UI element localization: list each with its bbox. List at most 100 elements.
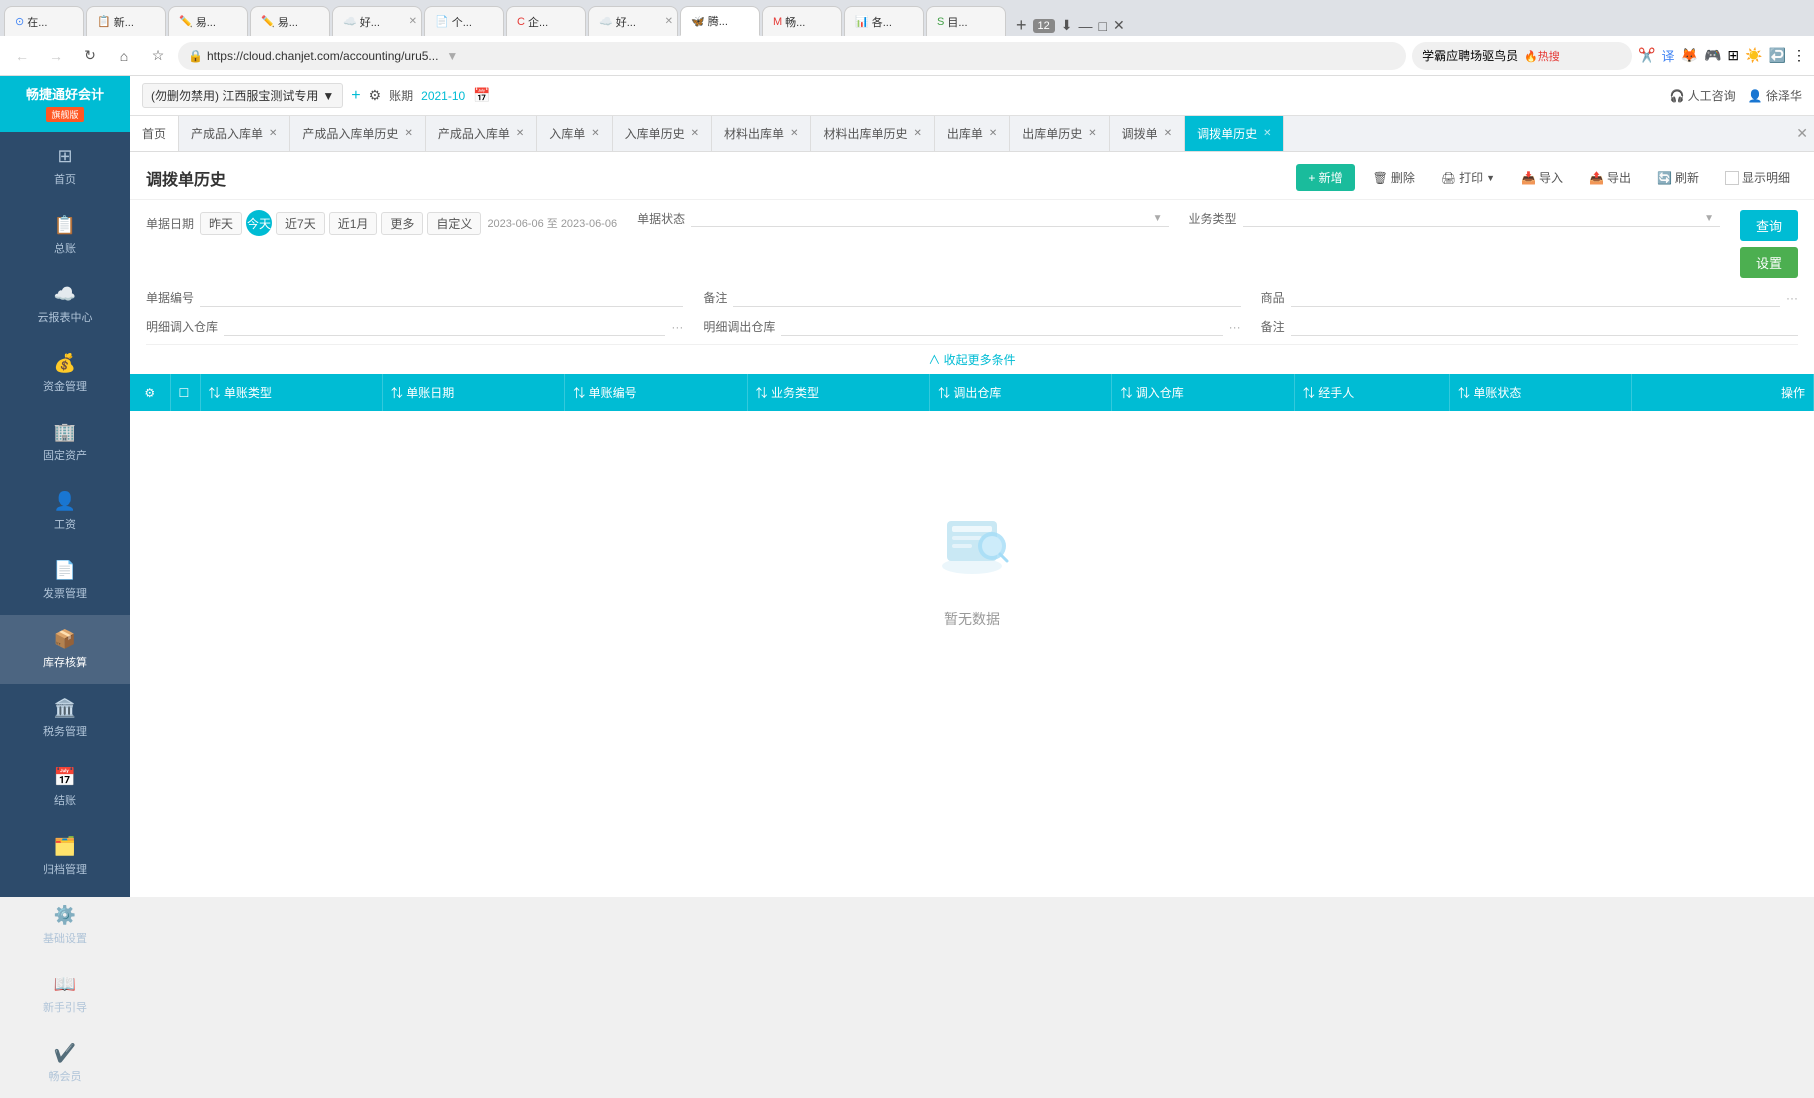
th-out-warehouse[interactable]: ⇅ 调出仓库 — [930, 374, 1112, 411]
th-in-warehouse[interactable]: ⇅ 调入仓库 — [1112, 374, 1294, 411]
display-toggle[interactable]: 显示明细 — [1717, 165, 1798, 190]
more-icon[interactable]: ⋮ — [1792, 47, 1806, 64]
status-select[interactable]: ▼ — [691, 211, 1168, 227]
date-yesterday-btn[interactable]: 昨天 — [200, 212, 242, 235]
add-company-btn[interactable]: + — [351, 87, 360, 105]
in-warehouse-ellipsis[interactable]: ··· — [671, 320, 683, 334]
browser-tab-10[interactable]: M 畅... — [762, 6, 842, 36]
company-select[interactable]: (勿删勿禁用) 江西服宝测试专用 ▼ — [142, 83, 343, 108]
import-btn[interactable]: 📥 导入 — [1513, 165, 1571, 190]
th-biz[interactable]: ⇅ 业务类型 — [747, 374, 929, 411]
setting-btn[interactable]: 设置 — [1740, 247, 1798, 278]
history-back-icon[interactable]: ↩️ — [1769, 47, 1786, 64]
browser-tab-9[interactable]: 🦋 腾... — [680, 6, 760, 36]
calendar-icon[interactable]: 📅 — [473, 87, 490, 104]
sidebar-item-invoice[interactable]: 📄 发票管理 — [0, 546, 130, 615]
tab-6[interactable]: 材料出库单 ✕ — [712, 116, 811, 152]
browser-tab-11[interactable]: 📊 各... — [844, 6, 924, 36]
goods-input[interactable] — [1291, 288, 1780, 307]
browser-tab-2[interactable]: 📋 新... — [86, 6, 166, 36]
export-btn[interactable]: 📤 导出 — [1581, 165, 1639, 190]
refresh-btn[interactable]: 🔄 刷新 — [1649, 165, 1707, 190]
collapse-btn[interactable]: ∧ 收起更多条件 — [146, 344, 1798, 374]
refresh-btn[interactable]: ↻ — [76, 42, 104, 70]
biz-type-select[interactable]: ▼ — [1243, 211, 1720, 227]
th-checkbox[interactable]: ☐ — [170, 374, 200, 411]
out-warehouse-ellipsis[interactable]: ··· — [1229, 320, 1241, 334]
th-handler[interactable]: ⇅ 经手人 — [1294, 374, 1449, 411]
back-btn[interactable]: ← — [8, 42, 36, 70]
date-more-btn[interactable]: 更多 — [381, 212, 423, 235]
goods-ellipsis-btn[interactable]: ··· — [1786, 291, 1798, 305]
tab-10[interactable]: 调拨单 ✕ — [1110, 116, 1185, 152]
th-no[interactable]: ⇅ 单账编号 — [565, 374, 747, 411]
extension4-icon[interactable]: ☀️ — [1745, 47, 1762, 64]
tab-3-close[interactable]: ✕ — [516, 128, 524, 139]
sidebar-item-archive[interactable]: 🗂️ 归档管理 — [0, 822, 130, 891]
search-bar[interactable]: 学霸应聘场驱鸟员 🔥热搜 — [1412, 42, 1632, 70]
docno-input[interactable] — [200, 288, 683, 307]
new-btn[interactable]: + 新增 — [1296, 164, 1354, 191]
extension2-icon[interactable]: 🎮 — [1704, 47, 1721, 64]
tab-2[interactable]: 产成品入库单历史 ✕ — [290, 116, 425, 152]
tab-7-close[interactable]: ✕ — [913, 128, 921, 139]
tab-9[interactable]: 出库单历史 ✕ — [1010, 116, 1109, 152]
tab-11[interactable]: 调拨单历史 ✕ — [1185, 116, 1284, 152]
settings-gear-icon[interactable]: ⚙ — [369, 87, 382, 104]
remark-input[interactable] — [733, 288, 1240, 307]
th-settings[interactable]: ⚙ — [130, 374, 170, 411]
sidebar-item-settings[interactable]: ⚙️ 基础设置 — [0, 891, 130, 960]
sidebar-item-member[interactable]: ✔️ 畅会员 — [0, 1029, 130, 1098]
query-btn[interactable]: 查询 — [1740, 210, 1798, 241]
tab-5-close[interactable]: ✕ — [691, 128, 699, 139]
scissors-icon[interactable]: ✂️ — [1638, 47, 1655, 64]
in-warehouse-input[interactable] — [224, 317, 665, 336]
print-btn[interactable]: 🖨 打印 ▼ — [1433, 165, 1503, 190]
tab-5[interactable]: 入库单历史 ✕ — [613, 116, 712, 152]
tab-7[interactable]: 材料出库单历史 ✕ — [811, 116, 934, 152]
forward-btn[interactable]: → — [42, 42, 70, 70]
extension3-icon[interactable]: ⊞ — [1727, 47, 1739, 64]
date-7days-btn[interactable]: 近7天 — [276, 212, 325, 235]
browser-maximize-icon[interactable]: □ — [1099, 18, 1107, 34]
date-today-btn[interactable]: 今天 — [246, 210, 272, 236]
sidebar-item-payroll[interactable]: 👤 工资 — [0, 477, 130, 546]
browser-downloads-icon[interactable]: ⬇ — [1061, 17, 1073, 34]
browser-tab-12[interactable]: S 目... — [926, 6, 1006, 36]
browser-tab-4[interactable]: ✏️ 易... — [250, 6, 330, 36]
browser-tab-3[interactable]: ✏️ 易... — [168, 6, 248, 36]
tab-home[interactable]: 首页 — [130, 116, 179, 152]
sidebar-item-home[interactable]: ⊞ 首页 — [0, 132, 130, 201]
tab-4[interactable]: 入库单 ✕ — [537, 116, 612, 152]
sidebar-item-assets[interactable]: 🏢 固定资产 — [0, 408, 130, 477]
tab-3[interactable]: 产成品入库单 ✕ — [426, 116, 537, 152]
browser-tab-5[interactable]: ☁️ 好... ✕ — [332, 6, 422, 36]
tab5-close[interactable]: ✕ — [409, 16, 417, 27]
tab-4-close[interactable]: ✕ — [591, 128, 599, 139]
browser-minimize-icon[interactable]: — — [1079, 18, 1093, 34]
tab-2-close[interactable]: ✕ — [404, 128, 412, 139]
service-btn[interactable]: 🎧 人工咨询 — [1670, 87, 1736, 104]
th-type[interactable]: ⇅ 单账类型 — [200, 374, 382, 411]
bookmark-btn[interactable]: ☆ — [144, 42, 172, 70]
browser-tab-8[interactable]: ☁️ 好... ✕ — [588, 6, 678, 36]
tab-10-close[interactable]: ✕ — [1164, 128, 1172, 139]
tab-1-close[interactable]: ✕ — [269, 128, 277, 139]
tab8-close[interactable]: ✕ — [665, 16, 673, 27]
extension1-icon[interactable]: 🦊 — [1681, 47, 1698, 64]
avatar[interactable]: 👤 徐泽华 — [1748, 87, 1802, 104]
out-warehouse-input[interactable] — [781, 317, 1222, 336]
browser-tab-6[interactable]: 📄 个... — [424, 6, 504, 36]
sidebar-item-close[interactable]: 📅 结账 — [0, 753, 130, 822]
tab-6-close[interactable]: ✕ — [790, 128, 798, 139]
new-tab-btn[interactable]: + — [1016, 15, 1027, 36]
home-btn[interactable]: ⌂ — [110, 42, 138, 70]
date-1month-btn[interactable]: 近1月 — [329, 212, 378, 235]
sidebar-item-ledger[interactable]: 📋 总账 — [0, 201, 130, 270]
translate-icon[interactable]: 译 — [1662, 46, 1675, 65]
tab-1[interactable]: 产成品入库单 ✕ — [179, 116, 290, 152]
note-input[interactable] — [1291, 317, 1798, 336]
tab-8[interactable]: 出库单 ✕ — [935, 116, 1010, 152]
sidebar-item-tax[interactable]: 🏛️ 税务管理 — [0, 684, 130, 753]
th-status[interactable]: ⇅ 单账状态 — [1450, 374, 1632, 411]
